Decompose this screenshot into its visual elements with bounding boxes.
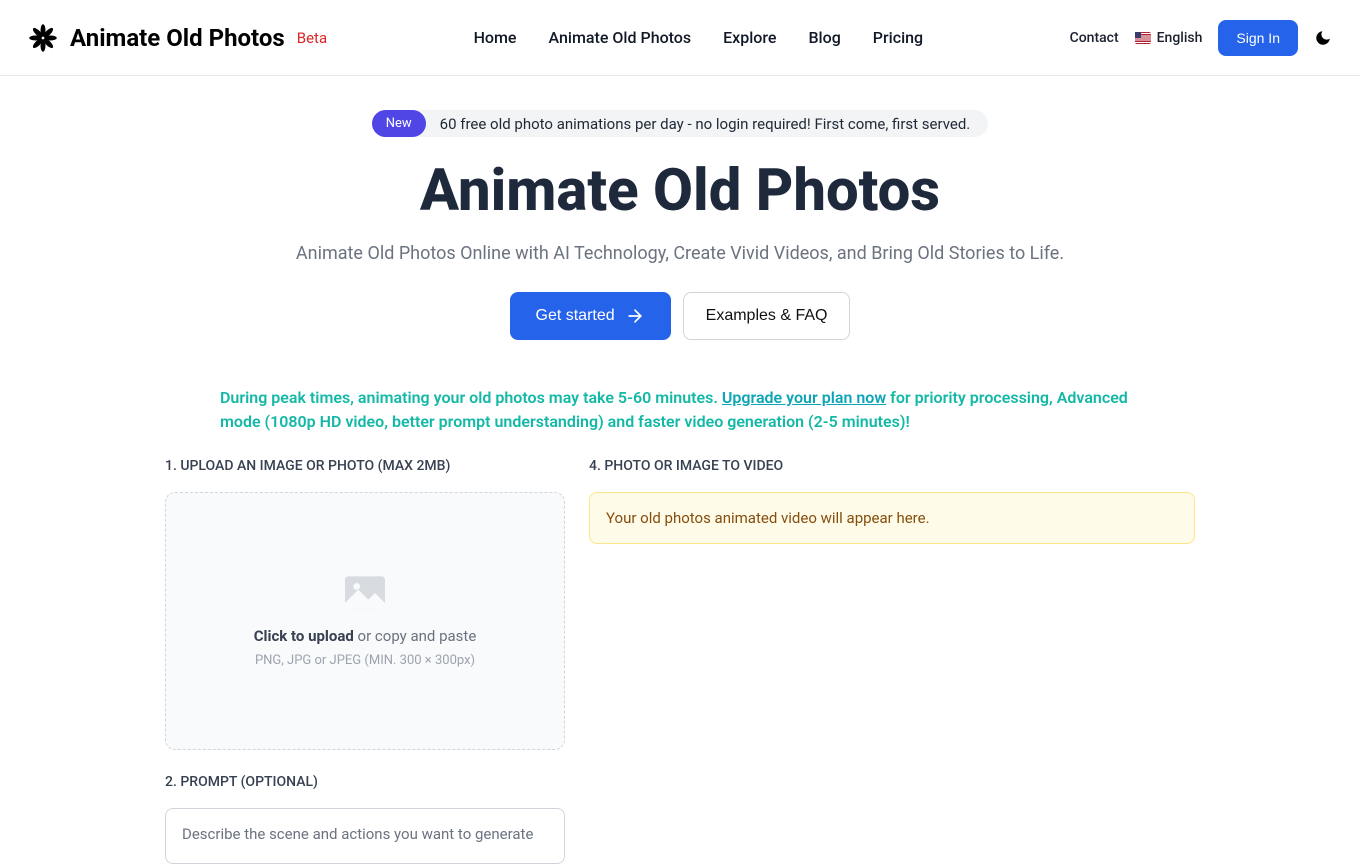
language-label: English xyxy=(1157,30,1203,46)
page-title: Animate Old Photos xyxy=(0,157,1360,225)
logo-group[interactable]: Animate Old Photos Beta xyxy=(28,23,327,53)
logo-text: Animate Old Photos xyxy=(70,24,285,52)
nav-blog[interactable]: Blog xyxy=(808,28,840,47)
signin-button[interactable]: Sign In xyxy=(1218,20,1298,56)
notice-text-1: During peak times, animating your old ph… xyxy=(220,388,722,407)
flag-icon xyxy=(1135,32,1151,44)
workspace: 1. UPLOAD AN IMAGE OR PHOTO (MAX 2MB) Cl… xyxy=(145,458,1215,864)
get-started-label: Get started xyxy=(536,307,615,325)
left-column: 1. UPLOAD AN IMAGE OR PHOTO (MAX 2MB) Cl… xyxy=(165,458,565,864)
language-selector[interactable]: English xyxy=(1135,30,1203,46)
upload-main-rest: or copy and paste xyxy=(354,627,476,645)
new-badge: New xyxy=(372,110,426,137)
promo-pill[interactable]: New 60 free old photo animations per day… xyxy=(372,110,989,137)
upload-main-text: Click to upload or copy and paste xyxy=(254,627,477,645)
header: Animate Old Photos Beta Home Animate Old… xyxy=(0,0,1360,76)
result-placeholder-notice: Your old photos animated video will appe… xyxy=(589,492,1195,544)
upload-main-bold: Click to upload xyxy=(254,627,354,645)
get-started-button[interactable]: Get started xyxy=(510,292,671,340)
image-icon xyxy=(345,575,385,611)
subtitle: Animate Old Photos Online with AI Techno… xyxy=(0,243,1360,264)
header-right: Contact English Sign In xyxy=(1070,20,1332,56)
prompt-box xyxy=(165,808,565,864)
right-column: 4. PHOTO OR IMAGE TO VIDEO Your old phot… xyxy=(589,458,1195,864)
upload-dropzone[interactable]: Click to upload or copy and paste PNG, J… xyxy=(165,492,565,750)
beta-badge: Beta xyxy=(297,29,327,47)
upgrade-link[interactable]: Upgrade your plan now xyxy=(722,388,886,407)
hero: New 60 free old photo animations per day… xyxy=(0,76,1360,340)
arrow-right-icon xyxy=(625,306,645,326)
nav-home[interactable]: Home xyxy=(474,28,517,47)
step2-label: 2. PROMPT (OPTIONAL) xyxy=(165,774,565,790)
logo-icon xyxy=(28,23,58,53)
peak-notice: During peak times, animating your old ph… xyxy=(200,386,1160,458)
step1-label: 1. UPLOAD AN IMAGE OR PHOTO (MAX 2MB) xyxy=(165,458,565,474)
upload-sub-text: PNG, JPG or JPEG (MIN. 300 × 300px) xyxy=(255,653,475,668)
main-nav: Home Animate Old Photos Explore Blog Pri… xyxy=(474,28,924,47)
nav-animate[interactable]: Animate Old Photos xyxy=(549,28,692,47)
promo-text: 60 free old photo animations per day - n… xyxy=(440,115,971,133)
prompt-input[interactable] xyxy=(182,825,548,843)
contact-link[interactable]: Contact xyxy=(1070,30,1119,46)
nav-pricing[interactable]: Pricing xyxy=(873,28,923,47)
examples-faq-button[interactable]: Examples & FAQ xyxy=(683,292,851,340)
nav-explore[interactable]: Explore xyxy=(723,28,776,47)
dark-mode-icon[interactable] xyxy=(1314,29,1332,47)
step4-label: 4. PHOTO OR IMAGE TO VIDEO xyxy=(589,458,1195,474)
cta-row: Get started Examples & FAQ xyxy=(0,292,1360,340)
